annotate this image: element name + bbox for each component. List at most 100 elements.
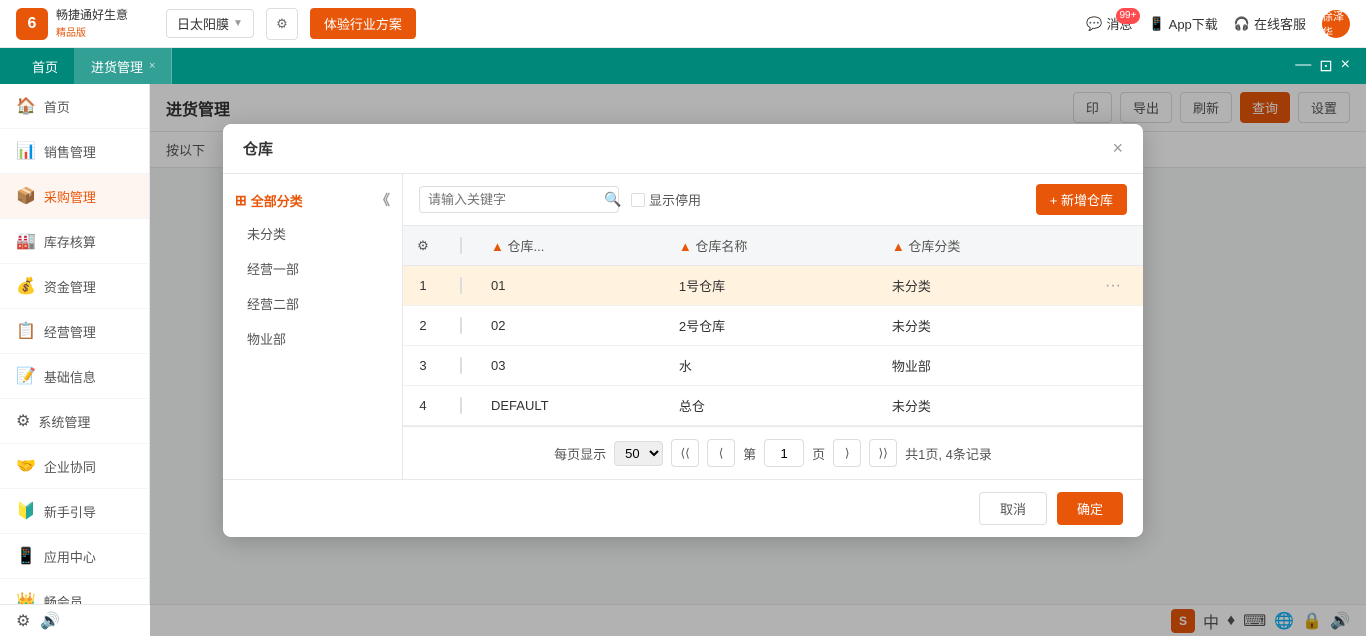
logo-text: 畅捷通好生意: [56, 8, 128, 24]
add-warehouse-button[interactable]: + 新增仓库: [1036, 184, 1127, 215]
row-action[interactable]: [1093, 346, 1143, 386]
page-size-select[interactable]: 50: [614, 441, 663, 466]
sidebar-item-basic-info[interactable]: 📝 基础信息: [0, 354, 149, 399]
search-input[interactable]: [428, 192, 604, 207]
sidebar-item-sales[interactable]: 📊 销售管理: [0, 129, 149, 174]
row-checkbox-input[interactable]: [460, 357, 462, 374]
row-num: DEFAULT: [479, 386, 667, 426]
category-item-dept2[interactable]: 经营二部: [223, 286, 402, 321]
category-item-unclassified[interactable]: 未分类: [223, 216, 402, 251]
prev-page-button[interactable]: ⟨: [707, 439, 735, 467]
row-index: 4: [403, 386, 443, 426]
basic-info-icon: 📝: [16, 366, 36, 386]
store-selector[interactable]: 日太阳膜 ▼: [166, 9, 254, 38]
row-checkbox[interactable]: [443, 346, 479, 386]
row-category: 未分类: [880, 386, 1093, 426]
collapse-icon[interactable]: 《: [376, 190, 390, 210]
modal-header: 仓库 ×: [223, 124, 1143, 174]
sidebar-item-enterprise[interactable]: 🤝 企业协同: [0, 444, 149, 489]
modal-title: 仓库: [243, 138, 273, 159]
all-category-label[interactable]: 全部分类: [251, 191, 303, 210]
sidebar-item-operations[interactable]: 📋 经营管理: [0, 309, 149, 354]
row-checkbox-input[interactable]: [460, 317, 462, 334]
last-page-icon: ⟩⟩: [878, 446, 887, 460]
next-page-icon: ⟩: [845, 446, 850, 460]
minimize-icon[interactable]: —: [1295, 56, 1311, 76]
col-num: ▲ 仓库...: [479, 226, 667, 266]
apps-icon: 📱: [16, 546, 36, 566]
last-page-button[interactable]: ⟩⟩: [869, 439, 897, 467]
cancel-button[interactable]: 取消: [979, 492, 1047, 525]
confirm-button[interactable]: 确定: [1057, 492, 1123, 525]
speaker-icon[interactable]: 🔊: [40, 611, 60, 631]
row-checkbox-input[interactable]: [460, 277, 462, 294]
sidebar-item-guide[interactable]: 🔰 新手引导: [0, 489, 149, 534]
restore-icon[interactable]: ⊡: [1319, 56, 1332, 76]
nav-tab-actions: — ⊡ ×: [1295, 56, 1350, 76]
settings-button[interactable]: ⚙: [266, 8, 298, 40]
table-row[interactable]: 1 01 1号仓库 未分类 ···: [403, 266, 1143, 306]
table-header: ⚙ ▲ 仓库...: [403, 226, 1143, 266]
service-button[interactable]: 🎧 在线客服: [1234, 14, 1306, 33]
row-checkbox-input[interactable]: [460, 397, 462, 414]
row-checkbox[interactable]: [443, 266, 479, 306]
col-settings: ⚙: [403, 226, 443, 266]
close-window-icon[interactable]: ×: [1341, 56, 1350, 76]
sidebar-item-home[interactable]: 🏠 首页: [0, 84, 149, 129]
guide-icon: 🔰: [16, 501, 36, 521]
app-download-button[interactable]: 📱 App下载: [1148, 14, 1217, 33]
sidebar-item-apps[interactable]: 📱 应用中心: [0, 534, 149, 579]
tab-purchase[interactable]: 进货管理 ×: [75, 48, 172, 84]
sidebar: 🏠 首页 📊 销售管理 📦 采购管理 🏭 库存核算 💰 资金管理 📋 经营管理 …: [0, 84, 150, 636]
show-disabled-checkbox[interactable]: [631, 193, 645, 207]
row-category: 未分类: [880, 306, 1093, 346]
search-box: 🔍: [419, 186, 619, 213]
settings-bottom-icon[interactable]: ⚙: [16, 611, 30, 631]
select-all-checkbox[interactable]: [460, 237, 462, 254]
row-checkbox[interactable]: [443, 386, 479, 426]
category-item-dept1[interactable]: 经营一部: [223, 251, 402, 286]
sidebar-item-finance[interactable]: 💰 资金管理: [0, 264, 149, 309]
first-page-icon: ⟨⟨: [680, 446, 689, 460]
user-menu[interactable]: 徐泽华: [1322, 10, 1350, 38]
modal-close-button[interactable]: ×: [1112, 138, 1123, 159]
message-button[interactable]: 💬 消息 99+: [1086, 14, 1132, 33]
logo-sub: 精品版: [56, 24, 128, 39]
table-row[interactable]: 3 03 水 物业部: [403, 346, 1143, 386]
row-num: 02: [479, 306, 667, 346]
table-row[interactable]: 4 DEFAULT 总仓 未分类: [403, 386, 1143, 426]
category-item-property[interactable]: 物业部: [223, 321, 402, 356]
sort-icon: ▲: [491, 239, 504, 254]
sidebar-item-purchase[interactable]: 📦 采购管理: [0, 174, 149, 219]
sidebar-item-system[interactable]: ⚙ 系统管理: [0, 399, 149, 444]
sidebar-item-inventory[interactable]: 🏭 库存核算: [0, 219, 149, 264]
row-name: 1号仓库: [667, 266, 880, 306]
row-action[interactable]: [1093, 386, 1143, 426]
row-checkbox[interactable]: [443, 306, 479, 346]
row-action[interactable]: ···: [1093, 266, 1143, 306]
sales-icon: 📊: [16, 141, 36, 161]
home-icon: 🏠: [16, 96, 36, 116]
first-page-button[interactable]: ⟨⟨: [671, 439, 699, 467]
row-name: 2号仓库: [667, 306, 880, 346]
logo-icon: 6: [16, 8, 48, 40]
tab-home[interactable]: 首页: [16, 48, 75, 84]
header-right: 💬 消息 99+ 📱 App下载 🎧 在线客服 徐泽华: [1086, 10, 1350, 38]
row-category: 未分类: [880, 266, 1093, 306]
page-unit: 页: [812, 444, 825, 463]
finance-icon: 💰: [16, 276, 36, 296]
row-index: 1: [403, 266, 443, 306]
warehouse-modal: 仓库 × ⊞ 全部分类 《: [223, 124, 1143, 537]
next-page-button[interactable]: ⟩: [833, 439, 861, 467]
col-category: ▲ 仓库分类: [880, 226, 1093, 266]
page-input[interactable]: [764, 439, 804, 467]
warehouse-table: ⚙ ▲ 仓库...: [403, 226, 1143, 426]
table-row[interactable]: 2 02 2号仓库 未分类: [403, 306, 1143, 346]
table-toolbar: 🔍 显示停用 + 新增仓库: [403, 174, 1143, 226]
nav-tabs: 首页 进货管理 × — ⊡ ×: [0, 48, 1366, 84]
close-icon[interactable]: ×: [149, 60, 155, 72]
show-disabled-toggle[interactable]: 显示停用: [631, 190, 701, 209]
row-index: 2: [403, 306, 443, 346]
row-action[interactable]: [1093, 306, 1143, 346]
trial-button[interactable]: 体验行业方案: [310, 8, 416, 39]
